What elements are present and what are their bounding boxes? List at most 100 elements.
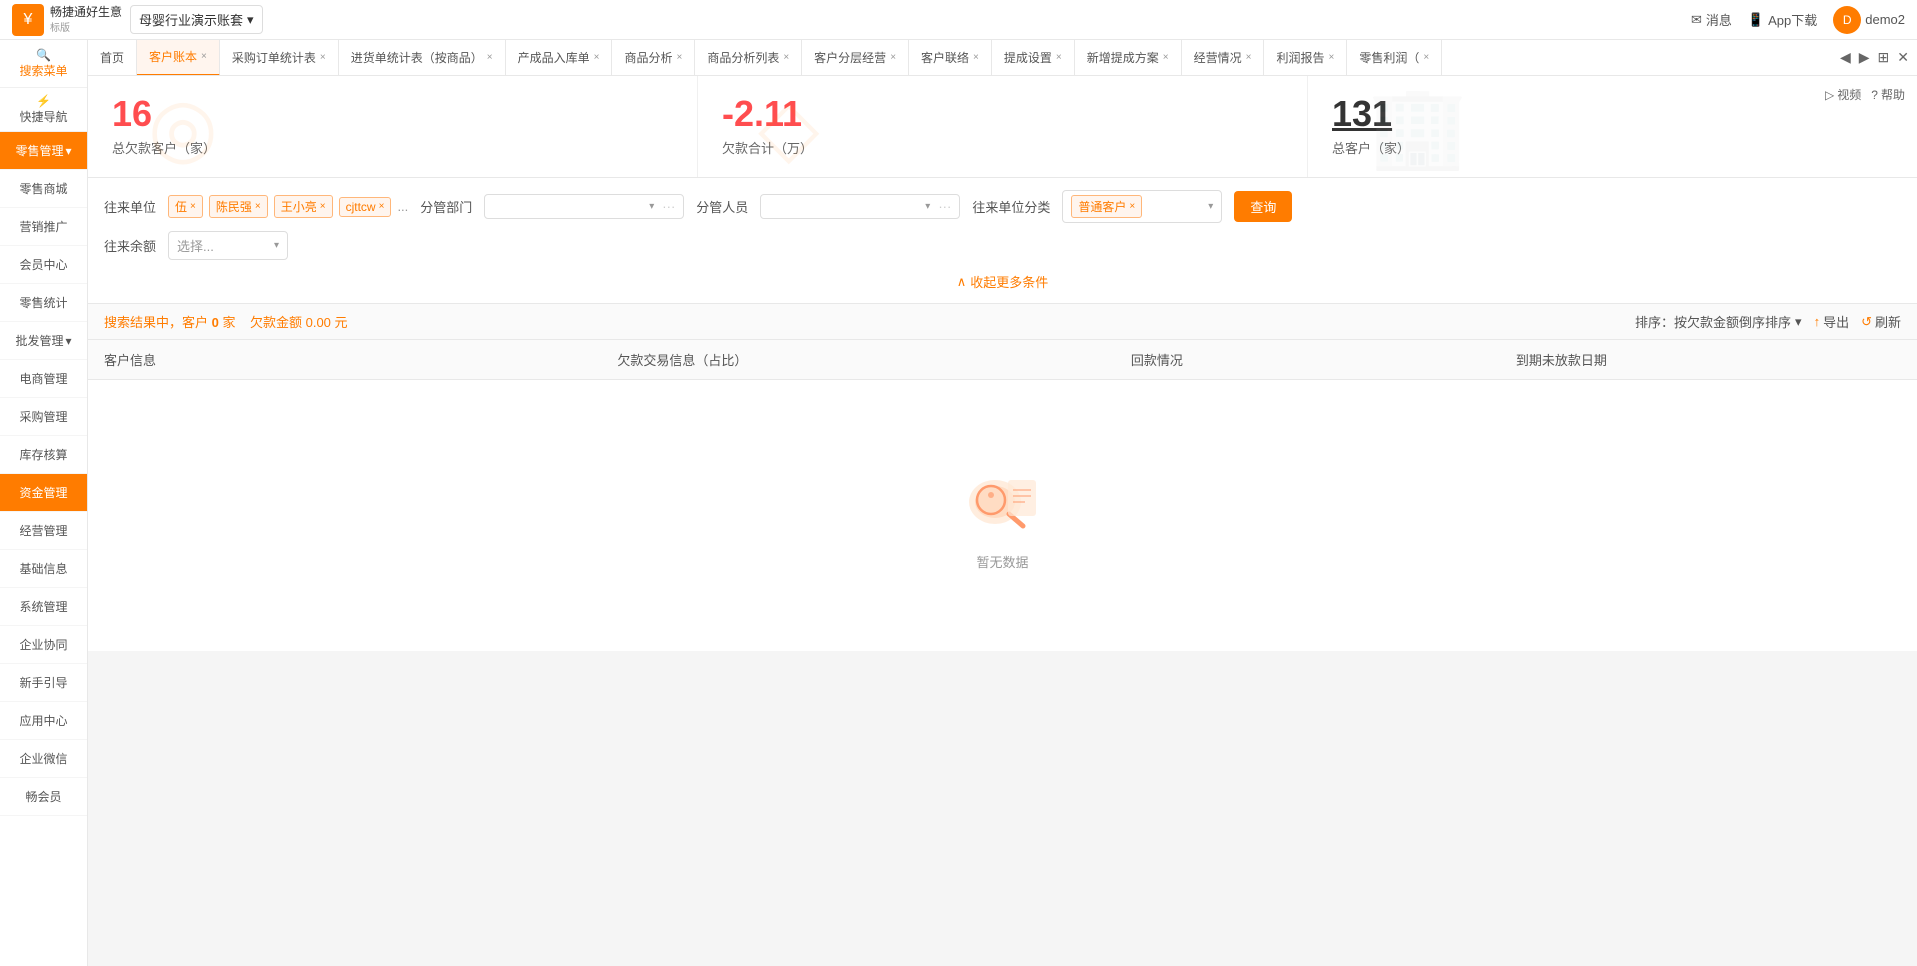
filter-row-1: 往来单位 伍 × 陈民强 × 王小亮 × <box>104 190 1901 223</box>
sidebar-item-ecommerce[interactable]: 电商管理 <box>0 360 87 398</box>
empty-text: 暂无数据 <box>976 552 1028 571</box>
sidebar-item-wecom[interactable]: 企业微信 <box>0 740 87 778</box>
unit-tag-2: 王小亮 × <box>274 195 333 218</box>
play-icon: ▷ <box>1825 88 1834 102</box>
sidebar-item-operations[interactable]: 经营管理 <box>0 512 87 550</box>
stat-bg-circle-icon: ◎ <box>148 80 218 173</box>
app-download-btn[interactable]: 📱 App下载 <box>1748 10 1817 29</box>
sidebar-item-enterprise[interactable]: 企业协同 <box>0 626 87 664</box>
export-btn[interactable]: ↑ 导出 <box>1814 312 1850 331</box>
top-bar-left: ¥ 畅捷通好生意 标版 母婴行业演示账套 ▾ <box>12 4 263 36</box>
unit-type-tag-label: 普通客户 <box>1078 198 1126 215</box>
sidebar-item-purchase[interactable]: 采购管理 <box>0 398 87 436</box>
tab-purchase-stats-close[interactable]: × <box>487 52 493 63</box>
debt-unit: 元 <box>335 315 348 330</box>
logo-sub: 标版 <box>50 19 122 34</box>
tab-customer-contact[interactable]: 客户联络 × <box>909 40 992 76</box>
tab-product-inbound-close[interactable]: × <box>594 52 600 63</box>
tab-purchase-order-stats[interactable]: 采购订单统计表 × <box>220 40 339 76</box>
stat-bg-diamond-icon: ◇ <box>758 80 820 173</box>
sidebar-item-finance[interactable]: 资金管理 <box>0 474 87 512</box>
tab-customer-ledger[interactable]: 客户账本 × <box>137 40 220 76</box>
table-header-repayment: 回款情况 <box>1131 350 1516 369</box>
tab-product-analysis-list-close[interactable]: × <box>783 52 789 63</box>
person-select[interactable]: ▾ ··· <box>760 194 960 219</box>
refresh-btn[interactable]: ↺ 刷新 <box>1861 312 1901 331</box>
tab-home[interactable]: 首页 <box>88 40 137 76</box>
sidebar-quick-nav[interactable]: ⚡ 快捷导航 <box>0 88 87 132</box>
balance-select[interactable]: 选择... ▾ <box>168 231 288 260</box>
sidebar-item-retail-mgmt[interactable]: 零售管理 ▾ <box>0 132 87 170</box>
sidebar-item-retail-mall[interactable]: 零售商城 <box>0 170 87 208</box>
user-area[interactable]: D demo2 <box>1833 6 1905 34</box>
tab-purchase-order-close[interactable]: × <box>320 52 326 63</box>
tab-new-commission-close[interactable]: × <box>1163 52 1169 63</box>
table-header-customer-info: 客户信息 <box>104 350 617 369</box>
unit-type-select[interactable]: 普通客户 × ▾ <box>1062 190 1222 223</box>
content-area: 首页 客户账本 × 采购订单统计表 × 进货单统计表（按商品） × 产成品入库单… <box>88 40 1917 966</box>
tab-profit-report[interactable]: 利润报告 × <box>1264 40 1347 76</box>
query-button[interactable]: 查询 <box>1234 191 1292 222</box>
sidebar-item-wholesale-mgmt[interactable]: 批发管理 ▾ <box>0 322 87 360</box>
question-icon: ? <box>1871 88 1878 102</box>
sidebar-item-inventory[interactable]: 库存核算 <box>0 436 87 474</box>
tab-product-inbound[interactable]: 产成品入库单 × <box>506 40 613 76</box>
tabs-nav-close-all[interactable]: ✕ <box>1895 47 1911 68</box>
sidebar-item-new-guide[interactable]: 新手引导 <box>0 664 87 702</box>
sidebar-item-marketing[interactable]: 营销推广 <box>0 208 87 246</box>
dept-select[interactable]: ▾ ··· <box>484 194 684 219</box>
search-result-text: 搜索结果中，客户 <box>104 315 208 330</box>
tab-commission-settings-close[interactable]: × <box>1056 52 1062 63</box>
tab-retail-profit[interactable]: 零售利润（ × <box>1347 40 1442 76</box>
tab-operations[interactable]: 经营情况 × <box>1182 40 1265 76</box>
tab-retail-profit-close[interactable]: × <box>1423 52 1429 63</box>
phone-icon: 📱 <box>1748 12 1764 28</box>
tabs-nav-next[interactable]: ▶ <box>1857 47 1872 68</box>
tab-product-analysis[interactable]: 商品分析 × <box>612 40 695 76</box>
tabs-bar: 首页 客户账本 × 采购订单统计表 × 进货单统计表（按商品） × 产成品入库单… <box>88 40 1917 76</box>
tab-customer-tier-close[interactable]: × <box>890 52 896 63</box>
workspace-selector[interactable]: 母婴行业演示账套 ▾ <box>130 5 263 34</box>
unit-tags-more[interactable]: ... <box>397 199 408 214</box>
sidebar-search[interactable]: 🔍 搜索菜单 <box>0 40 87 88</box>
unit-tag-2-close[interactable]: × <box>320 201 326 212</box>
help-btn[interactable]: ? 帮助 <box>1871 86 1905 103</box>
dept-arrow: ▾ <box>649 201 654 212</box>
retail-mgmt-label: 零售管理 <box>15 142 63 159</box>
tab-product-analysis-close[interactable]: × <box>676 52 682 63</box>
tab-purchase-stats[interactable]: 进货单统计表（按商品） × <box>339 40 506 76</box>
sidebar-search-label: 搜索菜单 <box>19 64 67 78</box>
tab-customer-ledger-close[interactable]: × <box>201 51 207 62</box>
person-more[interactable]: ··· <box>938 199 951 214</box>
balance-label: 往来余额 <box>104 236 156 255</box>
dept-clear[interactable]: ··· <box>662 199 675 214</box>
tab-customer-contact-close[interactable]: × <box>973 52 979 63</box>
result-actions: 排序：按欠款金额倒序排序 ▾ ↑ 导出 ↺ 刷新 <box>1635 312 1901 331</box>
sidebar-item-member[interactable]: 畅会员 <box>0 778 87 816</box>
tab-profit-report-close[interactable]: × <box>1328 52 1334 63</box>
collapse-btn[interactable]: ∧ 收起更多条件 <box>957 272 1049 291</box>
tab-new-commission[interactable]: 新增提成方案 × <box>1075 40 1182 76</box>
sidebar-item-basic-info[interactable]: 基础信息 <box>0 550 87 588</box>
tab-customer-tier[interactable]: 客户分层经营 × <box>802 40 909 76</box>
nav-icon: ⚡ <box>36 94 51 108</box>
sidebar-item-app-center[interactable]: 应用中心 <box>0 702 87 740</box>
tab-product-analysis-list[interactable]: 商品分析列表 × <box>695 40 802 76</box>
unit-tag-1-close[interactable]: × <box>255 201 261 212</box>
video-btn[interactable]: ▷ 视频 <box>1825 86 1861 103</box>
tabs-nav-prev[interactable]: ◀ <box>1838 47 1853 68</box>
sort-label: 排序：按欠款金额倒序排序 <box>1635 312 1791 331</box>
sidebar-item-retail-stats[interactable]: 零售统计 <box>0 284 87 322</box>
messages-btn[interactable]: ✉ 消息 <box>1691 10 1732 29</box>
unit-type-tag-close[interactable]: × <box>1129 201 1135 212</box>
tab-operations-close[interactable]: × <box>1246 52 1252 63</box>
unit-tags: 伍 × 陈民强 × 王小亮 × cjttcw × <box>168 195 408 218</box>
unit-tag-3-close[interactable]: × <box>379 201 385 212</box>
result-sort[interactable]: 排序：按欠款金额倒序排序 ▾ <box>1635 312 1802 331</box>
unit-tag-0-close[interactable]: × <box>190 201 196 212</box>
tabs-nav-expand[interactable]: ⊞ <box>1876 47 1892 68</box>
sidebar-item-member-center[interactable]: 会员中心 <box>0 246 87 284</box>
tab-commission-settings[interactable]: 提成设置 × <box>992 40 1075 76</box>
tab-product-analysis-list-label: 商品分析列表 <box>707 49 779 66</box>
sidebar-item-system[interactable]: 系统管理 <box>0 588 87 626</box>
